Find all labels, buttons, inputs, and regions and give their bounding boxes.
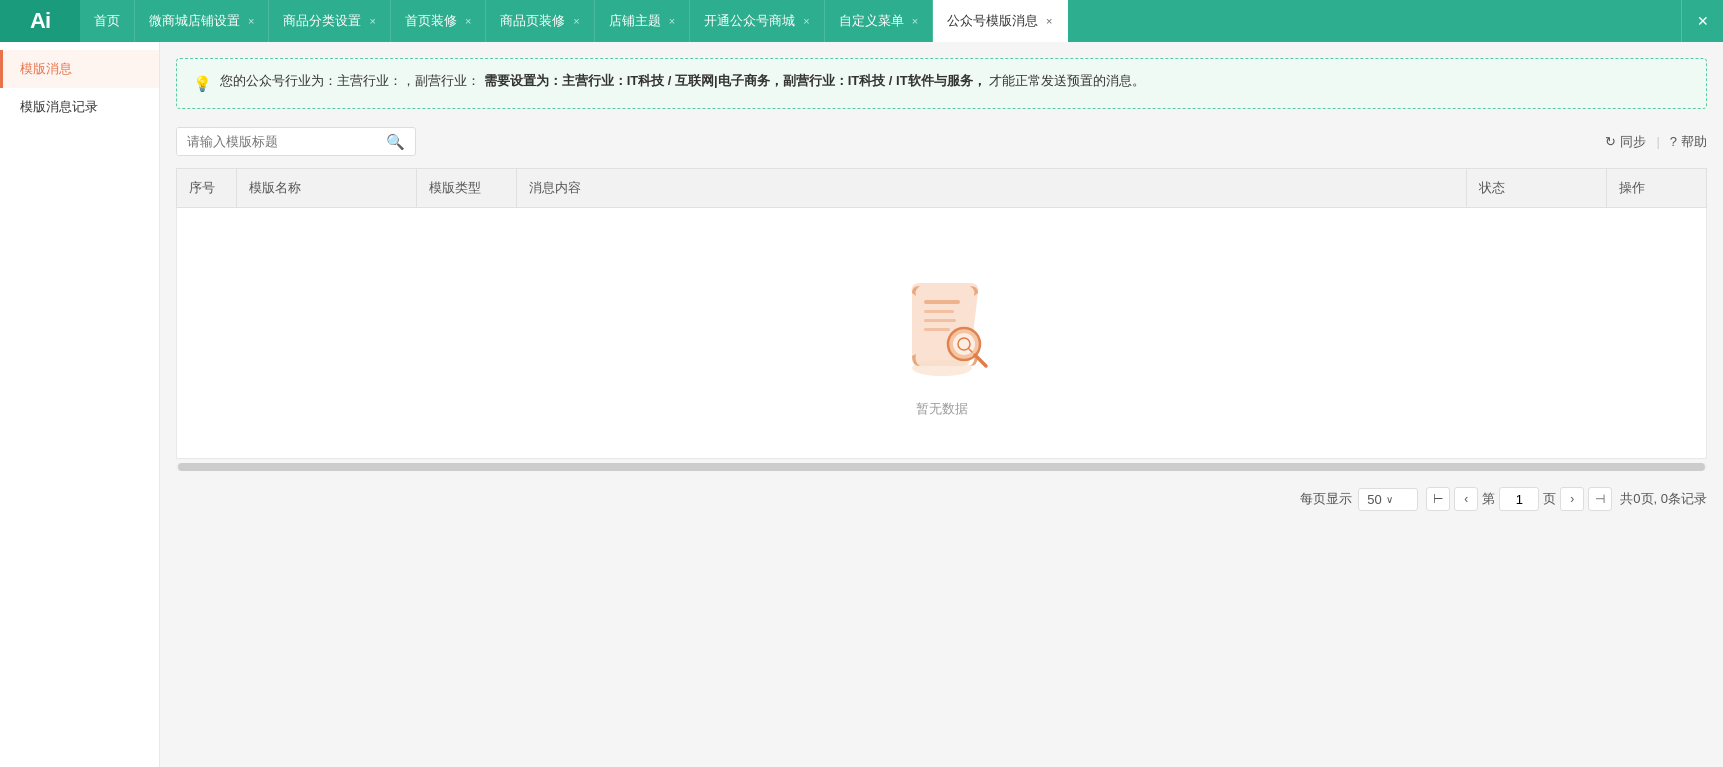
notice-banner: 💡 您的公众号行业为：主营行业：，副营行业： 需要设置为：主营行业：IT科技 /… [176,58,1707,109]
nav-tab-3[interactable]: 首页装修× [391,0,486,42]
svg-rect-2 [924,310,954,313]
horizontal-scrollbar[interactable] [176,463,1707,471]
table-header-2: 模版类型 [417,169,517,208]
top-nav: Ai 首页微商城店铺设置×商品分类设置×首页装修×商品页装修×店铺主题×开通公众… [0,0,1723,42]
svg-rect-1 [924,300,960,304]
tab-close-3[interactable]: × [465,15,471,27]
main-layout: 模版消息模版消息记录 💡 您的公众号行业为：主营行业：，副营行业： 需要设置为：… [0,42,1723,767]
nav-tab-0[interactable]: 首页 [80,0,135,42]
scrollbar-thumb[interactable] [178,463,1705,471]
data-table: 序号模版名称模版类型消息内容状态操作 [176,168,1707,459]
notice-text: 您的公众号行业为：主营行业：，副营行业： 需要设置为：主营行业：IT科技 / 互… [220,71,1145,92]
chevron-down-icon: ∨ [1386,494,1393,505]
close-all-button[interactable]: ✕ [1681,0,1723,42]
divider: | [1656,134,1659,149]
pagination-bar: 每页显示 50 ∨ ⊢ ‹ 第 页 › ⊣ 共0页, 0条记录 [176,475,1707,515]
nav-tabs: 首页微商城店铺设置×商品分类设置×首页装修×商品页装修×店铺主题×开通公众号商城… [80,0,1681,42]
sync-icon: ↻ [1605,134,1616,149]
tab-close-8[interactable]: × [1046,15,1052,27]
table-header-5: 操作 [1607,169,1707,208]
content-area: 💡 您的公众号行业为：主营行业：，副营行业： 需要设置为：主营行业：IT科技 /… [160,42,1723,767]
sync-button[interactable]: ↻ 同步 [1605,133,1646,151]
page-summary: 共0页, 0条记录 [1620,490,1707,508]
sidebar-item-1[interactable]: 模版消息记录 [0,88,159,126]
first-page-button[interactable]: ⊢ [1426,487,1450,511]
empty-state: 暂无数据 [177,208,1706,458]
nav-tab-5[interactable]: 店铺主题× [595,0,690,42]
nav-tab-4[interactable]: 商品页装修× [486,0,594,42]
tab-close-1[interactable]: × [248,15,254,27]
tab-close-2[interactable]: × [369,15,375,27]
tab-close-7[interactable]: × [912,15,918,27]
table-header-0: 序号 [177,169,237,208]
sidebar-item-0[interactable]: 模版消息 [0,50,159,88]
search-button[interactable]: 🔍 [376,133,415,151]
per-page-select: 每页显示 50 ∨ [1300,488,1418,511]
svg-rect-3 [924,319,956,322]
table-header-1: 模版名称 [237,169,417,208]
prev-page-button[interactable]: ‹ [1454,487,1478,511]
empty-row: 暂无数据 [177,208,1707,459]
nav-tab-1[interactable]: 微商城店铺设置× [135,0,269,42]
empty-text: 暂无数据 [916,400,968,418]
tab-close-4[interactable]: × [573,15,579,27]
help-button[interactable]: ? 帮助 [1670,133,1707,151]
per-page-dropdown[interactable]: 50 ∨ [1358,488,1418,511]
next-page-button[interactable]: › [1560,487,1584,511]
table-header-3: 消息内容 [517,169,1467,208]
page-input[interactable] [1499,487,1539,511]
last-page-button[interactable]: ⊣ [1588,487,1612,511]
tab-close-6[interactable]: × [803,15,809,27]
search-actions: ↻ 同步 | ? 帮助 [1605,133,1707,151]
sidebar: 模版消息模版消息记录 [0,42,160,767]
nav-tab-2[interactable]: 商品分类设置× [269,0,390,42]
bulb-icon: 💡 [193,72,212,96]
table-header-row: 序号模版名称模版类型消息内容状态操作 [177,169,1707,208]
page-nav: ⊢ ‹ 第 页 › ⊣ [1426,487,1612,511]
search-input-wrap: 🔍 [176,127,416,156]
nav-tab-7[interactable]: 自定义菜单× [825,0,933,42]
empty-illustration [882,268,1002,388]
search-bar: 🔍 ↻ 同步 | ? 帮助 [176,127,1707,156]
tab-close-5[interactable]: × [669,15,675,27]
nav-tab-6[interactable]: 开通公众号商城× [690,0,824,42]
svg-rect-4 [924,328,950,331]
table-header-4: 状态 [1467,169,1607,208]
search-input[interactable] [177,128,376,155]
logo: Ai [0,0,80,42]
nav-tab-8[interactable]: 公众号模版消息× [933,0,1067,42]
help-icon: ? [1670,134,1677,149]
